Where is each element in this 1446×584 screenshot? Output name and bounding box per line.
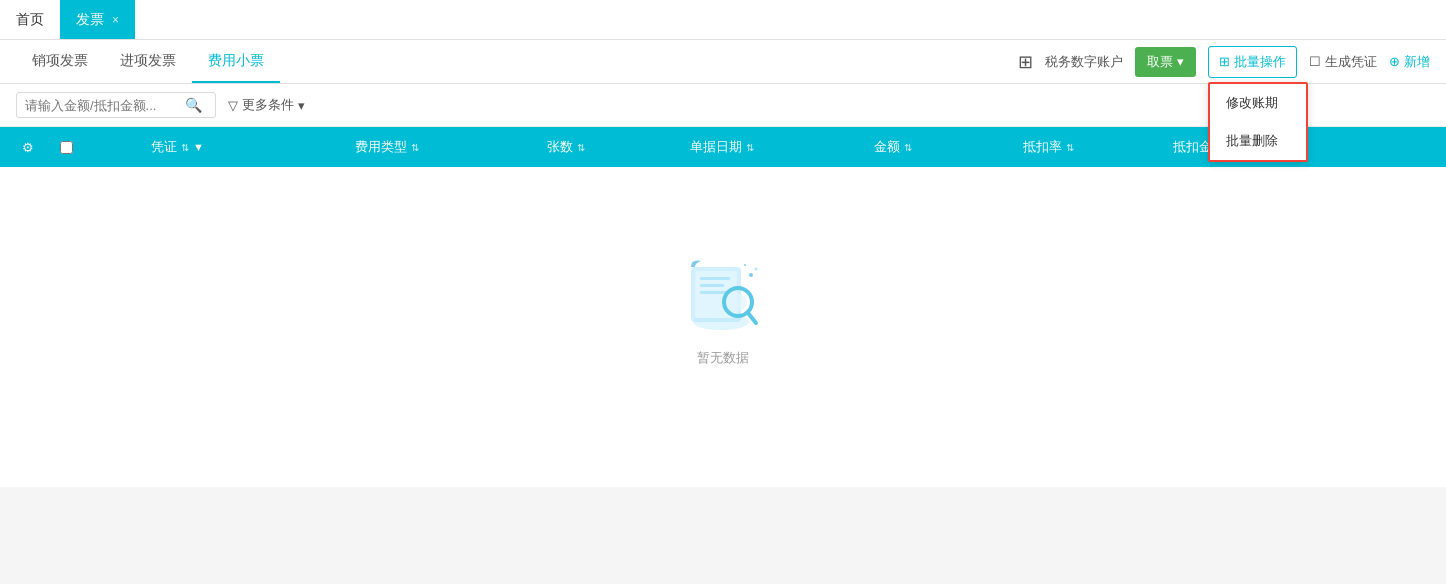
add-button[interactable]: ⊕ 新增 <box>1389 53 1430 71</box>
tab-purchase-invoice[interactable]: 进项发票 <box>104 40 192 83</box>
svg-rect-5 <box>700 291 728 294</box>
svg-point-10 <box>755 268 758 271</box>
th-date[interactable]: 单据日期 ⇅ <box>629 138 816 156</box>
generate-icon: ☐ <box>1309 54 1321 69</box>
empty-text: 暂无数据 <box>697 349 749 367</box>
add-icon: ⊕ <box>1389 54 1400 69</box>
empty-state: 暂无数据 <box>0 167 1446 407</box>
th-checkbox[interactable] <box>48 141 84 154</box>
th-voucher[interactable]: 凭证 ⇅ ▼ <box>84 138 271 156</box>
chevron-down-icon: ▾ <box>1177 54 1184 69</box>
home-tab[interactable]: 首页 <box>0 0 60 39</box>
sort-voucher-icon: ⇅ <box>181 142 189 153</box>
batch-ops-dropdown: 修改账期 批量删除 <box>1208 82 1308 162</box>
svg-point-11 <box>744 264 746 266</box>
tab-sales-invoice[interactable]: 销项发票 <box>16 40 104 83</box>
top-nav: 首页 发票 × <box>0 0 1446 40</box>
empty-icon <box>673 247 773 337</box>
svg-point-7 <box>729 293 747 311</box>
table-body: 暂无数据 <box>0 167 1446 487</box>
sort-amount-icon: ⇅ <box>904 142 912 153</box>
search-icon[interactable]: 🔍 <box>185 97 202 113</box>
svg-line-8 <box>748 313 756 323</box>
batch-delete-item[interactable]: 批量删除 <box>1210 122 1306 160</box>
svg-rect-3 <box>700 277 730 280</box>
search-input-wrap[interactable]: 🔍 <box>16 92 216 118</box>
sub-nav-tabs: 销项发票 进项发票 费用小票 <box>16 40 280 83</box>
tab-expense-receipt[interactable]: 费用小票 <box>192 40 280 83</box>
qr-button[interactable]: ⊞ <box>1018 51 1033 73</box>
generate-voucher-button[interactable]: ☐ 生成凭证 <box>1309 53 1377 71</box>
sort-date-icon: ⇅ <box>746 142 754 153</box>
th-gear[interactable]: ⚙ <box>8 140 48 155</box>
sub-nav: 销项发票 进项发票 费用小票 ⊞ 税务数字账户 取票 ▾ ⊞ 批量操作 修改账期… <box>0 40 1446 84</box>
sub-nav-actions: ⊞ 税务数字账户 取票 ▾ ⊞ 批量操作 修改账期 批量删除 ☐ 生成凭证 ⊕ … <box>1018 46 1430 78</box>
batch-icon: ⊞ <box>1219 54 1230 69</box>
close-tab-icon[interactable]: × <box>112 13 119 27</box>
svg-rect-4 <box>700 284 724 287</box>
more-conditions-button[interactable]: ▽ 更多条件 ▾ <box>228 96 305 114</box>
th-count[interactable]: 张数 ⇅ <box>504 138 629 156</box>
sort-expense-type-icon: ⇅ <box>411 142 419 153</box>
tax-account-button[interactable]: 税务数字账户 <box>1045 53 1123 71</box>
sort-deduct-rate-icon: ⇅ <box>1066 142 1074 153</box>
batch-ops-container: ⊞ 批量操作 修改账期 批量删除 <box>1208 46 1297 78</box>
modify-period-item[interactable]: 修改账期 <box>1210 84 1306 122</box>
th-deduct-rate[interactable]: 抵扣率 ⇅ <box>971 138 1127 156</box>
sort-count-icon: ⇅ <box>577 142 585 153</box>
th-expense-type[interactable]: 费用类型 ⇅ <box>271 138 504 156</box>
gear-icon[interactable]: ⚙ <box>22 140 34 155</box>
chevron-down-icon: ▾ <box>298 98 305 113</box>
filter-icon: ▽ <box>228 98 238 113</box>
search-input[interactable] <box>25 98 185 113</box>
filter-voucher-icon[interactable]: ▼ <box>193 141 204 153</box>
th-amount[interactable]: 金额 ⇅ <box>815 138 971 156</box>
svg-point-9 <box>749 273 753 277</box>
batch-ops-button[interactable]: ⊞ 批量操作 <box>1208 46 1297 78</box>
get-ticket-button[interactable]: 取票 ▾ <box>1135 47 1196 77</box>
select-all-checkbox[interactable] <box>60 141 73 154</box>
invoice-tab[interactable]: 发票 × <box>60 0 135 39</box>
qr-icon: ⊞ <box>1018 51 1033 73</box>
